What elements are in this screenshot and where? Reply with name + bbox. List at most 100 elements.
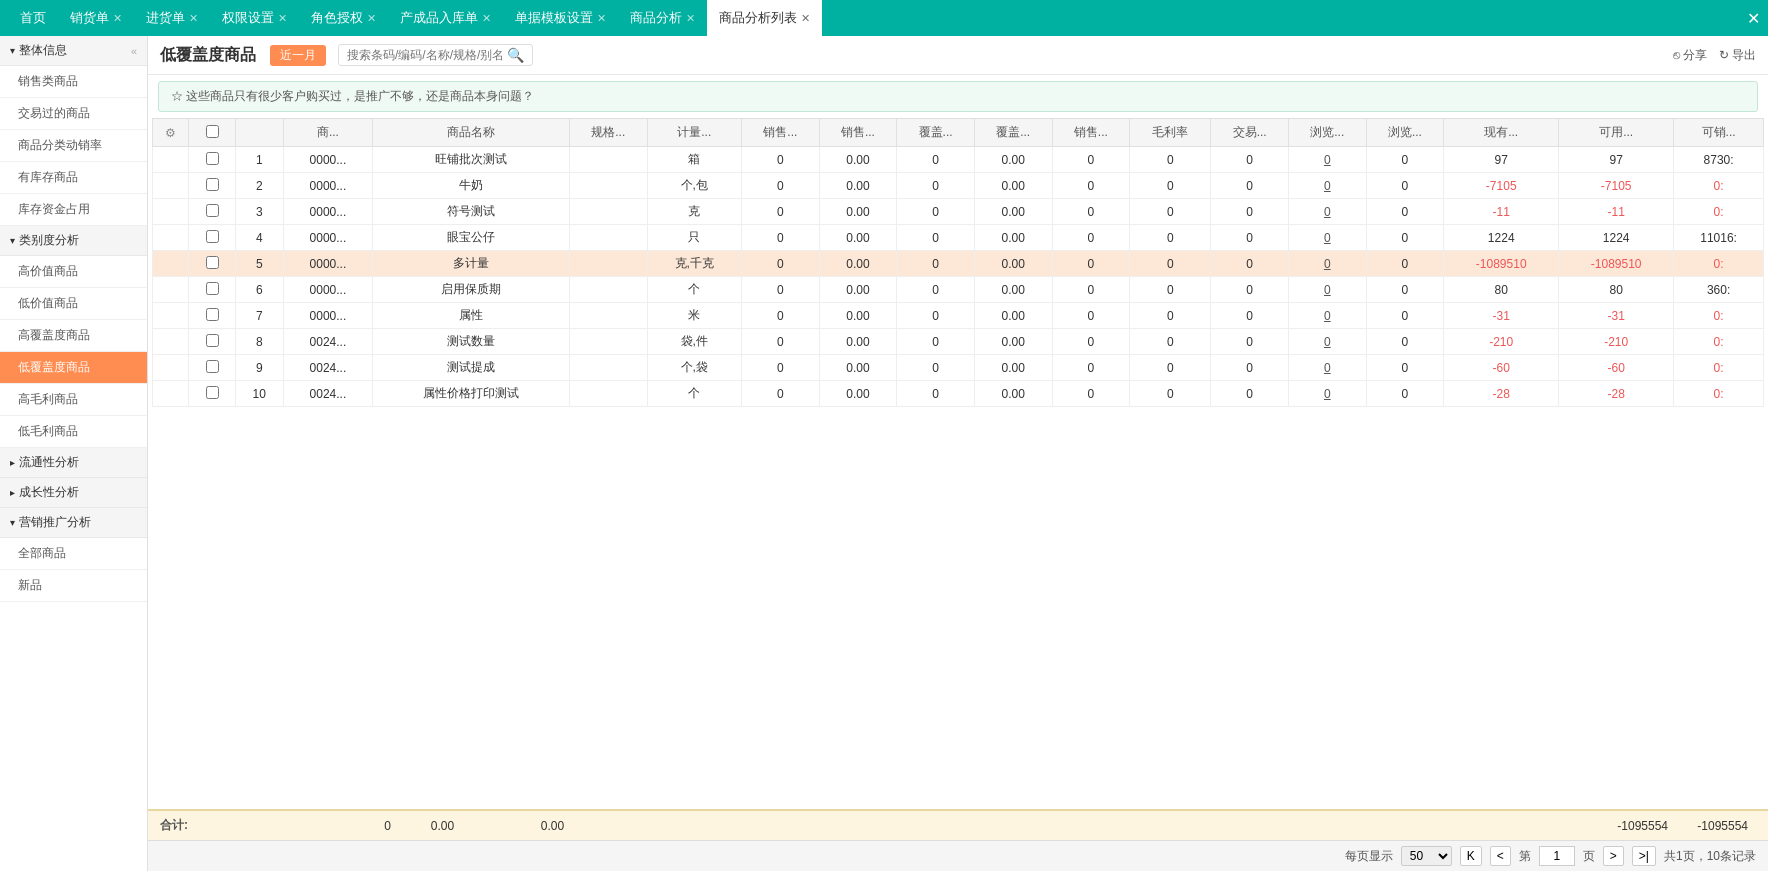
- sidebar-item-category-rate[interactable]: 商品分类动销率: [0, 130, 147, 162]
- col-gross-rate[interactable]: 毛利率: [1130, 119, 1211, 147]
- nav-goods-analysis-list[interactable]: 商品分析列表 ✕: [707, 0, 822, 36]
- col-sales2[interactable]: 销售...: [1052, 119, 1130, 147]
- col-stock2[interactable]: 可用...: [1559, 119, 1674, 147]
- section-category[interactable]: ▾ 类别度分析: [0, 226, 147, 256]
- col-sales-amt[interactable]: 销售...: [819, 119, 897, 147]
- browse-link[interactable]: 0: [1324, 231, 1331, 245]
- nav-home[interactable]: 首页: [8, 0, 58, 36]
- sidebar-item-low-coverage[interactable]: 低覆盖度商品: [0, 352, 147, 384]
- row-checkbox[interactable]: [206, 178, 219, 191]
- row-checkbox[interactable]: [206, 282, 219, 295]
- col-sales-count[interactable]: 销售...: [742, 119, 820, 147]
- close-all-btn[interactable]: ✕: [1747, 9, 1760, 28]
- col-stock1[interactable]: 现有...: [1444, 119, 1559, 147]
- row-checkbox[interactable]: [206, 360, 219, 373]
- close-icon[interactable]: ✕: [801, 12, 810, 25]
- search-input[interactable]: [347, 48, 507, 62]
- sidebar-item-traded-goods[interactable]: 交易过的商品: [0, 98, 147, 130]
- table-cell: 0: [1211, 277, 1289, 303]
- per-page-select[interactable]: 50 20 100 200: [1401, 846, 1452, 866]
- sidebar-item-high-value[interactable]: 高价值商品: [0, 256, 147, 288]
- sidebar-item-stock-capital[interactable]: 库存资金占用: [0, 194, 147, 226]
- col-name[interactable]: 商品名称: [373, 119, 570, 147]
- row-checkbox[interactable]: [206, 334, 219, 347]
- sidebar-item-stocked-goods[interactable]: 有库存商品: [0, 162, 147, 194]
- nav-sales[interactable]: 销货单 ✕: [58, 0, 134, 36]
- col-sellable[interactable]: 可销...: [1674, 119, 1764, 147]
- col-browse1[interactable]: 浏览...: [1288, 119, 1366, 147]
- close-icon[interactable]: ✕: [189, 12, 198, 25]
- sidebar-item-low-value[interactable]: 低价值商品: [0, 288, 147, 320]
- collapse-icon[interactable]: «: [131, 45, 137, 57]
- section-circulation[interactable]: ▸ 流通性分析: [0, 448, 147, 478]
- sidebar-item-high-coverage[interactable]: 高覆盖度商品: [0, 320, 147, 352]
- sidebar-item-high-margin[interactable]: 高毛利商品: [0, 384, 147, 416]
- col-code[interactable]: 商...: [283, 119, 373, 147]
- table-cell: -7105: [1559, 173, 1674, 199]
- browse-link[interactable]: 0: [1324, 283, 1331, 297]
- first-page-btn[interactable]: K: [1460, 846, 1482, 866]
- select-all-checkbox[interactable]: [206, 125, 219, 138]
- browse-link[interactable]: 0: [1324, 361, 1331, 375]
- col-checkbox[interactable]: [189, 119, 236, 147]
- table-cell: 4: [235, 225, 283, 251]
- col-cover1[interactable]: 覆盖...: [897, 119, 975, 147]
- section-growth[interactable]: ▸ 成长性分析: [0, 478, 147, 508]
- row-checkbox[interactable]: [206, 308, 219, 321]
- sidebar-item-new-goods[interactable]: 新品: [0, 570, 147, 602]
- close-icon[interactable]: ✕: [113, 12, 122, 25]
- share-button[interactable]: ⎋ 分享: [1673, 47, 1707, 64]
- row-checkbox[interactable]: [206, 204, 219, 217]
- close-icon[interactable]: ✕: [597, 12, 606, 25]
- col-browse2[interactable]: 浏览...: [1366, 119, 1444, 147]
- browse-link[interactable]: 0: [1324, 335, 1331, 349]
- browse-link[interactable]: 0: [1324, 257, 1331, 271]
- section-marketing[interactable]: ▾ 营销推广分析: [0, 508, 147, 538]
- browse-link[interactable]: 0: [1324, 387, 1331, 401]
- sidebar-item-all-goods[interactable]: 全部商品: [0, 538, 147, 570]
- table-cell: [153, 147, 189, 173]
- browse-link[interactable]: 0: [1324, 309, 1331, 323]
- col-cover2[interactable]: 覆盖...: [974, 119, 1052, 147]
- close-icon[interactable]: ✕: [367, 12, 376, 25]
- row-checkbox[interactable]: [206, 230, 219, 243]
- prev-page-btn[interactable]: <: [1490, 846, 1511, 866]
- table-cell: 0: [1366, 381, 1444, 407]
- nav-product-in[interactable]: 产成品入库单 ✕: [388, 0, 503, 36]
- nav-template[interactable]: 单据模板设置 ✕: [503, 0, 618, 36]
- table-cell: 旺铺批次测试: [373, 147, 570, 173]
- browse-link[interactable]: 0: [1324, 205, 1331, 219]
- search-icon[interactable]: 🔍: [507, 47, 524, 63]
- period-button[interactable]: 近一月: [270, 45, 326, 66]
- sidebar-item-sales-goods[interactable]: 销售类商品: [0, 66, 147, 98]
- last-page-btn[interactable]: >|: [1632, 846, 1656, 866]
- table-cell: 0: [1052, 251, 1130, 277]
- browse-link[interactable]: 0: [1324, 179, 1331, 193]
- browse-link[interactable]: 0: [1324, 153, 1331, 167]
- close-icon[interactable]: ✕: [482, 12, 491, 25]
- nav-permission[interactable]: 权限设置 ✕: [210, 0, 299, 36]
- table-container[interactable]: ⚙ 商... 商品名称 规格... 计量... 销售... 销售... 覆盖..…: [148, 118, 1768, 809]
- row-checkbox[interactable]: [206, 256, 219, 269]
- table-cell: 8: [235, 329, 283, 355]
- export-button[interactable]: ↻ 导出: [1719, 47, 1756, 64]
- nav-goods-analysis[interactable]: 商品分析 ✕: [618, 0, 707, 36]
- section-overall[interactable]: ▾ 整体信息 «: [0, 36, 147, 66]
- next-page-btn[interactable]: >: [1603, 846, 1624, 866]
- page-input[interactable]: [1539, 846, 1575, 866]
- col-unit[interactable]: 计量...: [647, 119, 741, 147]
- table-cell: 1: [235, 147, 283, 173]
- row-checkbox[interactable]: [206, 152, 219, 165]
- col-settings[interactable]: ⚙: [153, 119, 189, 147]
- col-trans[interactable]: 交易...: [1211, 119, 1289, 147]
- settings-icon[interactable]: ⚙: [165, 126, 176, 140]
- table-cell: 0000...: [283, 303, 373, 329]
- sidebar-item-low-margin[interactable]: 低毛利商品: [0, 416, 147, 448]
- close-icon[interactable]: ✕: [278, 12, 287, 25]
- col-spec[interactable]: 规格...: [569, 119, 647, 147]
- table-cell: 测试提成: [373, 355, 570, 381]
- nav-purchase[interactable]: 进货单 ✕: [134, 0, 210, 36]
- close-icon[interactable]: ✕: [686, 12, 695, 25]
- row-checkbox[interactable]: [206, 386, 219, 399]
- nav-role[interactable]: 角色授权 ✕: [299, 0, 388, 36]
